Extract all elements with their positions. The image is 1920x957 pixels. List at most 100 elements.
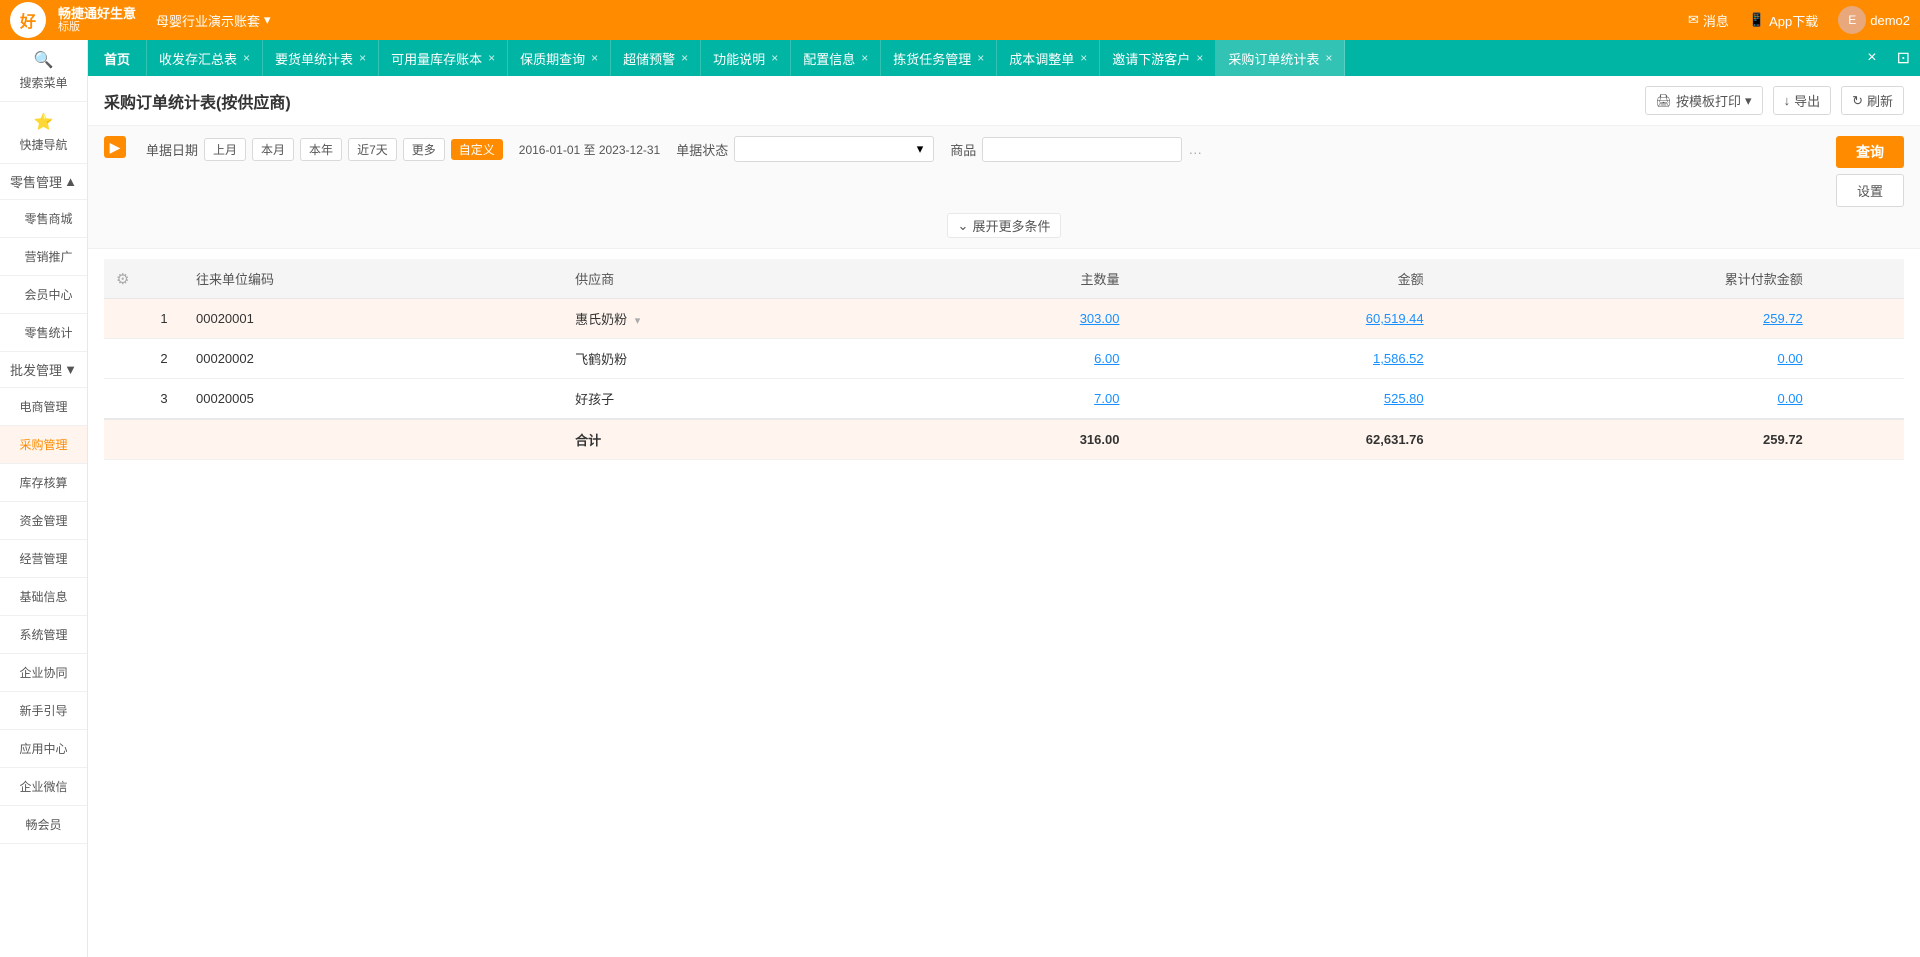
col-index [144, 259, 184, 299]
tab-close-icon[interactable]: × [861, 51, 868, 65]
avatar: E [1838, 6, 1866, 34]
tab-restore-btn[interactable]: ⊡ [1887, 48, 1920, 68]
sidebar-item-purchase[interactable]: 采购管理 [0, 426, 87, 464]
status-filter-block: 单据状态 ▾ [676, 136, 934, 162]
sidebar-item-retail-stats[interactable]: 零售统计 [0, 314, 87, 352]
settings-button[interactable]: 设置 [1836, 174, 1904, 207]
footer-qty-cell: 316.00 [894, 419, 1131, 460]
tab-close-icon[interactable]: × [771, 51, 778, 65]
app-download-btn[interactable]: 📱 App下载 [1749, 11, 1818, 30]
query-button[interactable]: 查询 [1836, 136, 1904, 168]
footer-supplier-cell: 合计 [563, 419, 894, 460]
row-gear-cell [104, 299, 144, 339]
goods-filter-block: 商品 … [950, 137, 1202, 162]
tab-close-icon[interactable]: × [1325, 51, 1332, 65]
table-row: 3 00020005 好孩子 7.00 525.80 0.00 [104, 379, 1904, 420]
tab-config-info[interactable]: 配置信息 × [791, 40, 881, 76]
sidebar-item-operations[interactable]: 经营管理 [0, 540, 87, 578]
top-bar-right: ✉ 消息 📱 App下载 E demo2 [1688, 6, 1910, 34]
chevron-down-icon: ⌄ [958, 218, 969, 234]
sidebar-item-inventory[interactable]: 库存核算 [0, 464, 87, 502]
sidebar-item-basics[interactable]: 基础信息 [0, 578, 87, 616]
tab-close-btn[interactable]: × [1857, 49, 1886, 67]
sidebar-item-member[interactable]: 会员中心 [0, 276, 87, 314]
tab-available-stock[interactable]: 可用量库存账本 × [379, 40, 508, 76]
tab-close-icon[interactable]: × [359, 51, 366, 65]
sidebar-item-finance[interactable]: 资金管理 [0, 502, 87, 540]
tab-receive-summary[interactable]: 收发存汇总表 × [147, 40, 263, 76]
chevron-up-icon: ▲ [64, 174, 77, 189]
date-btn-this-year[interactable]: 本年 [300, 138, 342, 161]
user-menu[interactable]: E demo2 [1838, 6, 1910, 34]
sidebar-item-marketing[interactable]: 营销推广 [0, 238, 87, 276]
tab-close-icon[interactable]: × [488, 51, 495, 65]
workspace-selector[interactable]: 母婴行业演示账套 ▾ [156, 11, 275, 30]
row-qty: 6.00 [894, 339, 1131, 379]
col-supplier-code: 往来单位编码 [184, 259, 563, 299]
tab-close-icon[interactable]: × [243, 51, 250, 65]
gear-icon[interactable]: ⚙ [116, 271, 129, 288]
row-extra-cell [1815, 299, 1904, 339]
date-btn-last-month[interactable]: 上月 [204, 138, 246, 161]
col-paid: 累计付款金额 [1436, 259, 1815, 299]
expand-more-btn[interactable]: ⌄ 展开更多条件 [947, 213, 1062, 238]
sidebar-item-retail[interactable]: 零售管理 ▲ [0, 164, 87, 200]
goods-more-icon[interactable]: … [1188, 141, 1202, 157]
sidebar-item-enterprise-wechat[interactable]: 企业微信 [0, 768, 87, 806]
filter-area: ▶ 单据日期 上月 本月 本年 近7天 更多 自定义 [88, 126, 1920, 249]
footer-label-cell [184, 419, 563, 460]
row-amount: 1,586.52 [1131, 339, 1435, 379]
goods-label: 商品 [950, 140, 976, 159]
row-supplier-name: 好孩子 [563, 379, 894, 420]
print-button[interactable]: 🖨 按模板打印 ▾ [1645, 86, 1763, 115]
sidebar-item-vip[interactable]: 畅会员 [0, 806, 87, 844]
tab-home[interactable]: 首页 [88, 40, 147, 76]
date-btn-more[interactable]: 更多 [403, 138, 445, 161]
sidebar-item-enterprise[interactable]: 企业协同 [0, 654, 87, 692]
sidebar-item-wholesale[interactable]: 批发管理 ▼ [0, 352, 87, 388]
tab-close-icon[interactable]: × [591, 51, 598, 65]
tab-close-icon[interactable]: × [977, 51, 984, 65]
footer-extra-cell [1815, 419, 1904, 460]
tab-close-icon[interactable]: × [1196, 51, 1203, 65]
sidebar-item-system[interactable]: 系统管理 [0, 616, 87, 654]
app-logo: 好 [10, 2, 46, 38]
tab-purchase-summary[interactable]: 采购订单统计表 × [1216, 40, 1345, 76]
goods-input[interactable] [982, 137, 1182, 162]
date-range-text: 2016-01-01 至 2023-12-31 [519, 141, 660, 158]
tab-cost-adjust[interactable]: 成本调整单 × [997, 40, 1100, 76]
row-supplier-code: 00020005 [184, 379, 563, 420]
tab-overstock-warning[interactable]: 超储预警 × [611, 40, 701, 76]
date-filter-block: 单据日期 上月 本月 本年 近7天 更多 自定义 [146, 138, 503, 161]
tab-pickup-task[interactable]: 拣货任务管理 × [881, 40, 997, 76]
row-paid: 259.72 [1436, 299, 1815, 339]
refresh-button[interactable]: ↻ 刷新 [1841, 86, 1904, 115]
date-btn-7days[interactable]: 近7天 [348, 138, 397, 161]
sidebar-item-guide[interactable]: 新手引导 [0, 692, 87, 730]
row-extra-cell [1815, 339, 1904, 379]
export-button[interactable]: ↓ 导出 [1773, 86, 1832, 115]
tab-close-icon[interactable]: × [681, 51, 688, 65]
tab-close-icon[interactable]: × [1080, 51, 1087, 65]
messages-btn[interactable]: ✉ 消息 [1688, 11, 1729, 30]
data-table: ⚙ 往来单位编码 供应商 主数量 金额 累计付款金额 1 [104, 259, 1904, 460]
tab-expiry-query[interactable]: 保质期查询 × [508, 40, 611, 76]
dropdown-arrow-icon: ▾ [1745, 93, 1752, 109]
print-icon: 🖨 [1656, 93, 1673, 109]
sidebar-item-shortcuts[interactable]: ⭐ 快捷导航 [0, 102, 87, 164]
status-select[interactable]: ▾ [734, 136, 934, 162]
row-supplier-name: 惠氏奶粉 ▾ [563, 299, 894, 339]
sidebar-item-search[interactable]: 🔍 搜索菜单 [0, 40, 87, 102]
sidebar-item-retail-shop[interactable]: 零售商城 [0, 200, 87, 238]
tab-order-summary[interactable]: 要货单统计表 × [263, 40, 379, 76]
row-qty: 303.00 [894, 299, 1131, 339]
filter-toggle-arrow[interactable]: ▶ [104, 136, 126, 158]
date-btn-this-month[interactable]: 本月 [252, 138, 294, 161]
tab-invite-downstream[interactable]: 邀请下游客户 × [1100, 40, 1216, 76]
col-amount: 金额 [1131, 259, 1435, 299]
table-footer-row: 合计 316.00 62,631.76 259.72 [104, 419, 1904, 460]
sidebar-item-ecommerce[interactable]: 电商管理 [0, 388, 87, 426]
tab-function-desc[interactable]: 功能说明 × [701, 40, 791, 76]
sidebar-item-app-center[interactable]: 应用中心 [0, 730, 87, 768]
footer-gear-cell [104, 419, 144, 460]
